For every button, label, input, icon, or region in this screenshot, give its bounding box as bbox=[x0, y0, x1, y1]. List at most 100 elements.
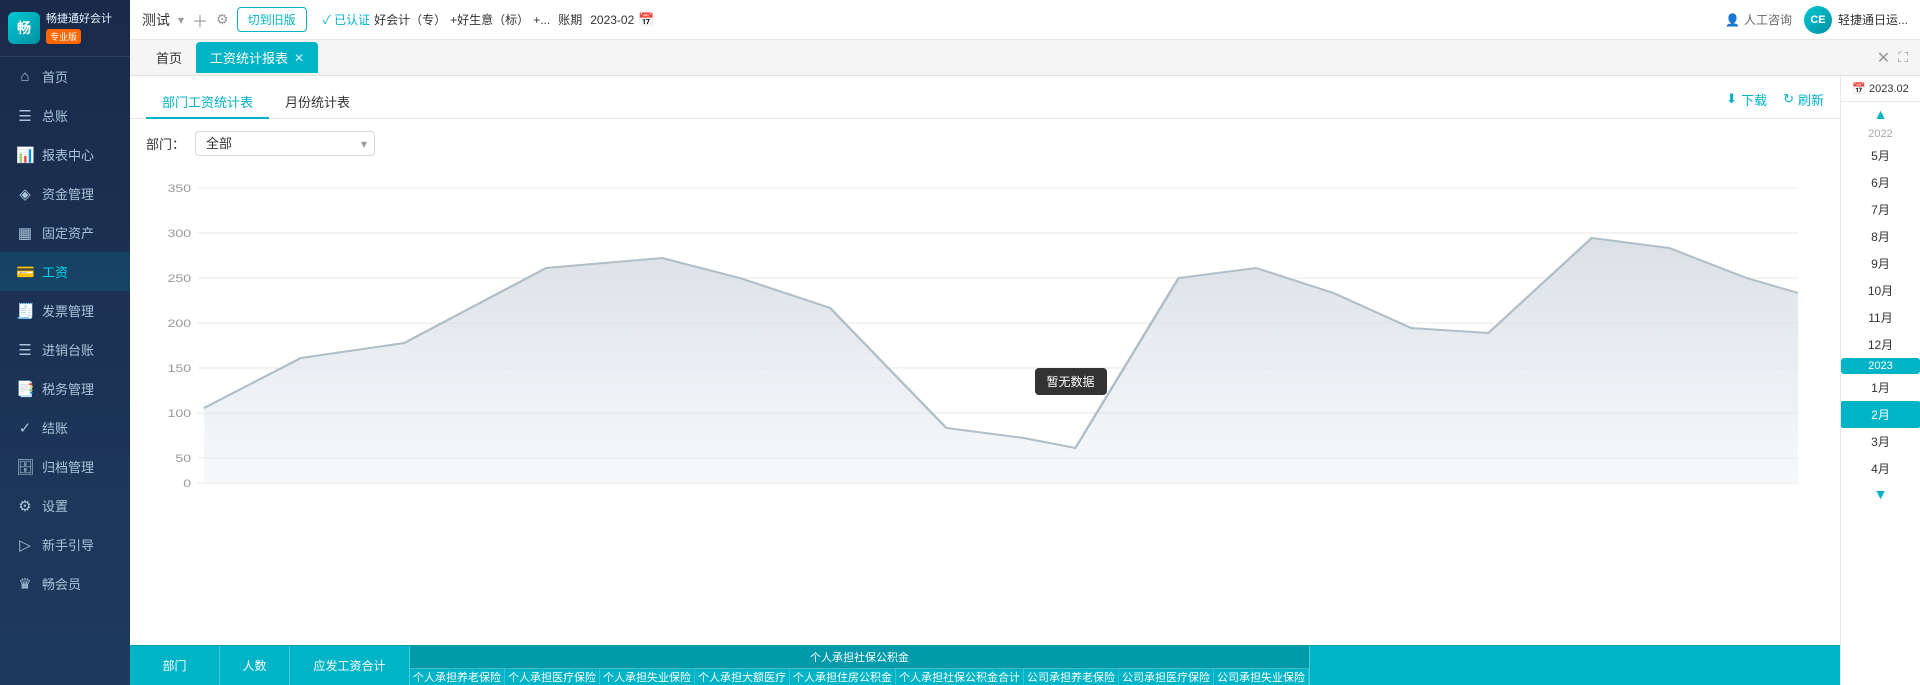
good-biz-label: +好生意（标） bbox=[450, 11, 529, 28]
good-account-label: 好会计（专） bbox=[374, 11, 446, 28]
col-personal-housing-fund: 个人承担住房公积金 bbox=[790, 669, 896, 685]
svg-text:0: 0 bbox=[183, 477, 191, 489]
month-2022-8[interactable]: 8月 bbox=[1841, 223, 1920, 250]
download-label: 下载 bbox=[1741, 90, 1767, 109]
month-2022-7[interactable]: 7月 bbox=[1841, 196, 1920, 223]
tab-expand-btn[interactable]: ⛶ bbox=[1898, 49, 1908, 66]
sidebar-item-archive[interactable]: 🗄 归档管理 bbox=[0, 447, 130, 486]
svg-text:200: 200 bbox=[168, 317, 192, 329]
right-panel: 📅 2023.02 ▲ 2022 5月 6月 7月 8月 9月 10月 11月 … bbox=[1840, 76, 1920, 685]
col-dept: 部门 bbox=[130, 646, 220, 685]
tab-close-btn[interactable]: ✕ bbox=[1877, 48, 1890, 68]
help-button[interactable]: 👤 人工咨询 bbox=[1725, 11, 1792, 28]
sidebar-item-ledger[interactable]: ☰ 总账 bbox=[0, 96, 130, 135]
topbar-right: 👤 人工咨询 CE 轻捷通日运... bbox=[1725, 6, 1908, 34]
subtabs: 部门工资统计表 月份统计表 ⬇ 下载 ↻ 刷新 bbox=[130, 76, 1840, 119]
sidebar-item-label: 发票管理 bbox=[42, 301, 94, 320]
invoice-icon: 🧾 bbox=[16, 302, 34, 320]
sidebar-item-salary[interactable]: 💳 工资 bbox=[0, 252, 130, 291]
sidebar-item-funds[interactable]: ◈ 资金管理 bbox=[0, 174, 130, 213]
tab-home[interactable]: 首页 bbox=[142, 42, 196, 73]
nav-up-btn[interactable]: ▲ bbox=[1870, 102, 1892, 126]
tab-salary-label: 工资统计报表 bbox=[210, 48, 288, 67]
ledger-icon: ☰ bbox=[16, 107, 34, 125]
switch-to-old-btn[interactable]: 切到旧版 bbox=[237, 7, 307, 32]
topbar-status: ✓ 已认证 好会计（专） +好生意（标） +... 账期 2023-02 📅 bbox=[323, 11, 655, 28]
topbar-title: 测试 bbox=[142, 10, 170, 30]
month-2023-3[interactable]: 3月 bbox=[1841, 428, 1920, 455]
col-personal-pension: 个人承担养老保险 bbox=[410, 669, 505, 685]
tabbar: 首页 工资统计报表 ✕ ✕ ⛶ bbox=[130, 40, 1920, 76]
subtab-month[interactable]: 月份统计表 bbox=[269, 86, 366, 119]
col-personal-unemployment: 个人承担失业保险 bbox=[600, 669, 695, 685]
topbar-gear-icon[interactable]: ⚙ bbox=[216, 11, 229, 28]
sidebar-item-label: 固定资产 bbox=[42, 223, 94, 242]
month-2022-6[interactable]: 6月 bbox=[1841, 169, 1920, 196]
sidebar-item-invoice[interactable]: 🧾 发票管理 bbox=[0, 291, 130, 330]
department-select[interactable]: 全部 财务部 销售部 行政部 bbox=[195, 131, 375, 156]
home-icon: ⌂ bbox=[16, 68, 34, 85]
assets-icon: ▦ bbox=[16, 224, 34, 242]
topbar-dropdown-arrow[interactable]: ▾ bbox=[178, 13, 184, 27]
username: 轻捷通日运... bbox=[1838, 11, 1908, 28]
tab-close-icon[interactable]: ✕ bbox=[294, 51, 304, 65]
department-select-wrap: 全部 财务部 销售部 行政部 bbox=[195, 131, 375, 156]
sidebar-item-label: 归档管理 bbox=[42, 457, 94, 476]
logo-name: 畅捷通好会计 bbox=[46, 12, 112, 26]
month-2023-1[interactable]: 1月 bbox=[1841, 374, 1920, 401]
sidebar-item-newguide[interactable]: ▷ 新手引导 bbox=[0, 525, 130, 564]
month-2022-12[interactable]: 12月 bbox=[1841, 331, 1920, 358]
sidebar-item-settle[interactable]: ✓ 结账 bbox=[0, 408, 130, 447]
reports-icon: 📊 bbox=[16, 146, 34, 164]
chart-area: 350 300 250 200 150 100 50 0 bbox=[130, 168, 1840, 645]
sidebar-item-member[interactable]: ♛ 畅会员 bbox=[0, 564, 130, 603]
month-2023-4[interactable]: 4月 bbox=[1841, 455, 1920, 482]
logo-badge: 专业版 bbox=[46, 29, 81, 44]
col-personal-medical: 个人承担医疗保险 bbox=[505, 669, 600, 685]
month-2023-2[interactable]: 2月 bbox=[1841, 401, 1920, 428]
download-btn[interactable]: ⬇ 下载 bbox=[1726, 90, 1767, 109]
sidebar-item-label: 畅会员 bbox=[42, 574, 81, 593]
filter-row: 部门： 全部 财务部 销售部 行政部 bbox=[130, 119, 1840, 168]
filter-label: 部门： bbox=[146, 134, 185, 153]
date-display: 📅 2023.02 bbox=[1841, 76, 1920, 102]
refresh-label: 刷新 bbox=[1798, 90, 1824, 109]
calendar-icon-small: 📅 bbox=[1852, 82, 1866, 95]
month-2022-5[interactable]: 5月 bbox=[1841, 142, 1920, 169]
help-icon: 👤 bbox=[1725, 13, 1740, 27]
sidebar-item-label: 进销台账 bbox=[42, 340, 94, 359]
archive-icon: 🗄 bbox=[16, 458, 34, 476]
sidebar-item-settings[interactable]: ⚙ 设置 bbox=[0, 486, 130, 525]
settle-icon: ✓ bbox=[16, 419, 34, 437]
calendar-icon[interactable]: 📅 bbox=[638, 12, 654, 28]
funds-icon: ◈ bbox=[16, 185, 34, 203]
more-label: +... bbox=[533, 13, 550, 27]
newguide-icon: ▷ bbox=[16, 536, 34, 554]
col-company-unemployment: 公司承担失业保险 bbox=[1214, 669, 1309, 685]
nav-down-btn[interactable]: ▼ bbox=[1870, 482, 1892, 506]
user-info: CE 轻捷通日运... bbox=[1804, 6, 1908, 34]
svg-text:150: 150 bbox=[168, 362, 192, 374]
sidebar-item-assets[interactable]: ▦ 固定资产 bbox=[0, 213, 130, 252]
certified-status: ✓ 已认证 bbox=[323, 11, 371, 28]
chart-tooltip: 暂无数据 bbox=[1034, 368, 1106, 395]
svg-text:50: 50 bbox=[175, 452, 191, 464]
main-area: 测试 ▾ ＋ ⚙ 切到旧版 ✓ 已认证 好会计（专） +好生意（标） +... … bbox=[130, 0, 1920, 685]
month-2022-9[interactable]: 9月 bbox=[1841, 250, 1920, 277]
sidebar-item-tax[interactable]: 📑 税务管理 bbox=[0, 369, 130, 408]
col-group-personal: 个人承担社保公积金 个人承担养老保险 个人承担医疗保险 个人承担失业保险 个人承… bbox=[410, 646, 1310, 685]
topbar-add-button[interactable]: ＋ bbox=[192, 8, 208, 32]
tab-salary-report[interactable]: 工资统计报表 ✕ bbox=[196, 42, 318, 73]
sidebar-item-reports[interactable]: 📊 报表中心 bbox=[0, 135, 130, 174]
month-2022-11[interactable]: 11月 bbox=[1841, 304, 1920, 331]
sidebar-item-home[interactable]: ⌂ 首页 bbox=[0, 57, 130, 96]
month-2022-10[interactable]: 10月 bbox=[1841, 277, 1920, 304]
col-gross-salary: 应发工资合计 bbox=[290, 646, 410, 685]
refresh-btn[interactable]: ↻ 刷新 bbox=[1783, 90, 1824, 109]
sidebar-item-label: 资金管理 bbox=[42, 184, 94, 203]
settings-icon: ⚙ bbox=[16, 497, 34, 515]
sidebar-item-sales[interactable]: ☰ 进销台账 bbox=[0, 330, 130, 369]
download-icon: ⬇ bbox=[1726, 91, 1737, 107]
subtab-dept[interactable]: 部门工资统计表 bbox=[146, 86, 269, 119]
sidebar-item-label: 报表中心 bbox=[42, 145, 94, 164]
